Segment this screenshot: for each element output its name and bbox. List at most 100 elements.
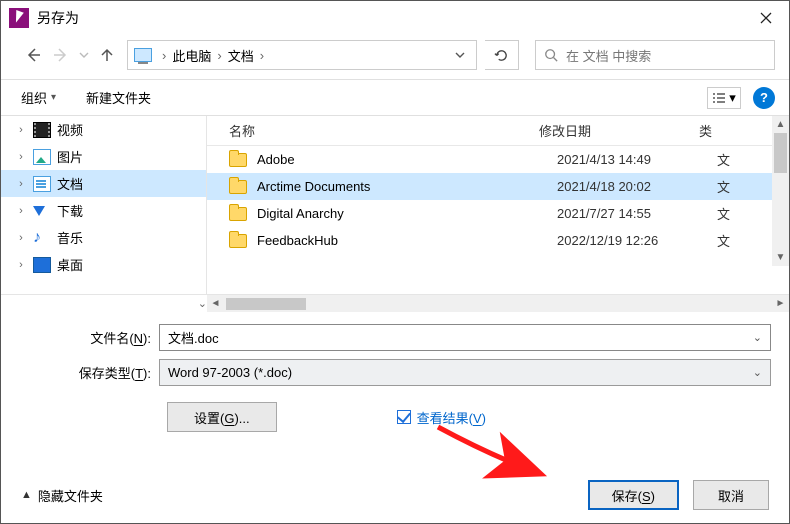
sidebar-item-label: 文档 xyxy=(57,174,83,193)
settings-button[interactable]: 设置(G)... xyxy=(167,402,277,432)
cancel-label: 取消 xyxy=(718,486,744,505)
scroll-thumb[interactable] xyxy=(226,298,306,310)
file-list: 名称 修改日期 类 Adobe2021/4/13 14:49文Arctime D… xyxy=(207,116,789,294)
chevron-down-icon[interactable]: ⌄ xyxy=(753,366,762,379)
breadcrumb-folder[interactable]: 文档 xyxy=(228,46,254,65)
expander-icon[interactable]: › xyxy=(15,259,27,271)
col-name[interactable]: 名称 xyxy=(229,121,539,140)
arrow-left-icon xyxy=(25,47,41,63)
col-date[interactable]: 修改日期 xyxy=(539,121,699,140)
sidebar-item-label: 视频 xyxy=(57,120,83,139)
refresh-button[interactable] xyxy=(485,40,519,70)
chevron-down-icon: ▾ xyxy=(51,92,56,103)
save-button[interactable]: 保存(S) xyxy=(588,480,679,510)
close-button[interactable] xyxy=(743,1,789,35)
organize-menu[interactable]: 组织 ▾ xyxy=(15,84,62,111)
address-dropdown[interactable] xyxy=(450,48,470,63)
sidebar-item-label: 音乐 xyxy=(57,228,83,247)
file-name: Adobe xyxy=(257,152,557,167)
search-placeholder: 在 文档 中搜索 xyxy=(566,46,651,65)
chevron-down-icon xyxy=(455,50,465,60)
horizontal-scrollbar[interactable]: ◄ ► xyxy=(207,295,789,312)
folder-icon xyxy=(229,234,247,248)
scroll-down-icon[interactable]: ▼ xyxy=(772,249,789,266)
view-mode-button[interactable]: ▾ xyxy=(707,87,741,109)
file-row[interactable]: Digital Anarchy2021/7/27 14:55文 xyxy=(207,200,789,227)
cancel-button[interactable]: 取消 xyxy=(693,480,769,510)
file-type: 文 xyxy=(717,150,730,169)
sidebar-item-desk[interactable]: › 桌面 xyxy=(1,251,206,278)
sidebar-item-label: 桌面 xyxy=(57,255,83,274)
expander-icon[interactable]: › xyxy=(15,232,27,244)
sidebar-item-doc[interactable]: › 文档 xyxy=(1,170,206,197)
sidebar-item-label: 下载 xyxy=(57,201,83,220)
tree-scroll-down-icon[interactable]: ⌄ xyxy=(1,295,207,312)
expander-icon[interactable]: › xyxy=(15,205,27,217)
savetype-label: 保存类型(T): xyxy=(19,363,159,382)
breadcrumb-sep-icon: › xyxy=(160,48,168,63)
breadcrumb-root[interactable]: 此电脑 xyxy=(172,46,211,65)
view-result-checkbox[interactable]: 查看结果(V) xyxy=(397,408,486,427)
file-row[interactable]: Adobe2021/4/13 14:49文 xyxy=(207,146,789,173)
view-result-label: 查看结果(V) xyxy=(417,408,486,427)
folder-icon xyxy=(229,207,247,221)
search-input[interactable]: 在 文档 中搜索 xyxy=(535,40,775,70)
savetype-value: Word 97-2003 (*.doc) xyxy=(168,365,292,380)
sidebar-item-down[interactable]: › 下载 xyxy=(1,197,206,224)
app-icon xyxy=(9,8,29,28)
nav-tree[interactable]: ›视频›图片›文档›下载›♪音乐›桌面 xyxy=(1,116,207,294)
file-date: 2021/4/18 20:02 xyxy=(557,179,717,194)
vertical-scrollbar[interactable]: ▲ ▼ xyxy=(772,116,789,266)
breadcrumb-sep-icon: › xyxy=(215,48,223,63)
hide-folders-button[interactable]: ▲ 隐藏文件夹 xyxy=(21,486,103,505)
scroll-left-icon[interactable]: ◄ xyxy=(207,298,224,309)
file-date: 2022/12/19 12:26 xyxy=(557,233,717,248)
scroll-right-icon[interactable]: ► xyxy=(772,298,789,309)
filename-value: 文档.doc xyxy=(168,328,219,347)
back-button[interactable] xyxy=(21,43,45,67)
file-date: 2021/4/13 14:49 xyxy=(557,152,717,167)
chevron-up-icon: ▲ xyxy=(21,489,32,501)
new-folder-label: 新建文件夹 xyxy=(86,88,151,107)
arrow-up-icon xyxy=(99,47,115,63)
arrow-right-icon xyxy=(53,47,69,63)
file-type: 文 xyxy=(717,204,730,223)
save-as-dialog: 另存为 › 此电脑 › 文档 › xyxy=(0,0,790,524)
sidebar-item-video[interactable]: › 视频 xyxy=(1,116,206,143)
file-name: Digital Anarchy xyxy=(257,206,557,221)
savetype-select[interactable]: Word 97-2003 (*.doc) ⌄ xyxy=(159,359,771,386)
forward-button[interactable] xyxy=(49,43,73,67)
hide-folders-label: 隐藏文件夹 xyxy=(38,486,103,505)
breadcrumb-sep-icon: › xyxy=(258,48,266,63)
file-type: 文 xyxy=(717,231,730,250)
file-row[interactable]: FeedbackHub2022/12/19 12:26文 xyxy=(207,227,789,254)
folder-icon xyxy=(229,180,247,194)
recent-dropdown[interactable] xyxy=(77,43,91,67)
checkbox-checked-icon xyxy=(397,410,411,424)
address-bar[interactable]: › 此电脑 › 文档 › xyxy=(127,40,477,70)
expander-icon[interactable]: › xyxy=(15,178,27,190)
sidebar-item-pic[interactable]: ›图片 xyxy=(1,143,206,170)
file-row[interactable]: Arctime Documents2021/4/18 20:02文 xyxy=(207,173,789,200)
up-button[interactable] xyxy=(95,43,119,67)
titlebar: 另存为 xyxy=(1,1,789,35)
folder-icon xyxy=(229,153,247,167)
nav-row: › 此电脑 › 文档 › 在 文档 中搜索 xyxy=(1,35,789,75)
expander-icon[interactable]: › xyxy=(15,124,27,136)
toolbar: 组织 ▾ 新建文件夹 ▾ ? xyxy=(1,80,789,116)
file-date: 2021/7/27 14:55 xyxy=(557,206,717,221)
file-name: FeedbackHub xyxy=(257,233,557,248)
filename-input[interactable]: 文档.doc ⌄ xyxy=(159,324,771,351)
new-folder-button[interactable]: 新建文件夹 xyxy=(80,84,157,111)
file-name: Arctime Documents xyxy=(257,179,557,194)
help-icon: ? xyxy=(760,90,768,105)
scroll-up-icon[interactable]: ▲ xyxy=(772,116,789,133)
scroll-thumb[interactable] xyxy=(774,133,787,173)
chevron-down-icon: ▾ xyxy=(729,90,736,106)
help-button[interactable]: ? xyxy=(753,87,775,109)
expander-icon[interactable]: › xyxy=(15,151,27,163)
sidebar-item-music[interactable]: ›♪音乐 xyxy=(1,224,206,251)
chevron-down-icon[interactable]: ⌄ xyxy=(753,331,762,344)
close-icon xyxy=(760,12,772,24)
column-headers[interactable]: 名称 修改日期 类 xyxy=(207,116,789,146)
